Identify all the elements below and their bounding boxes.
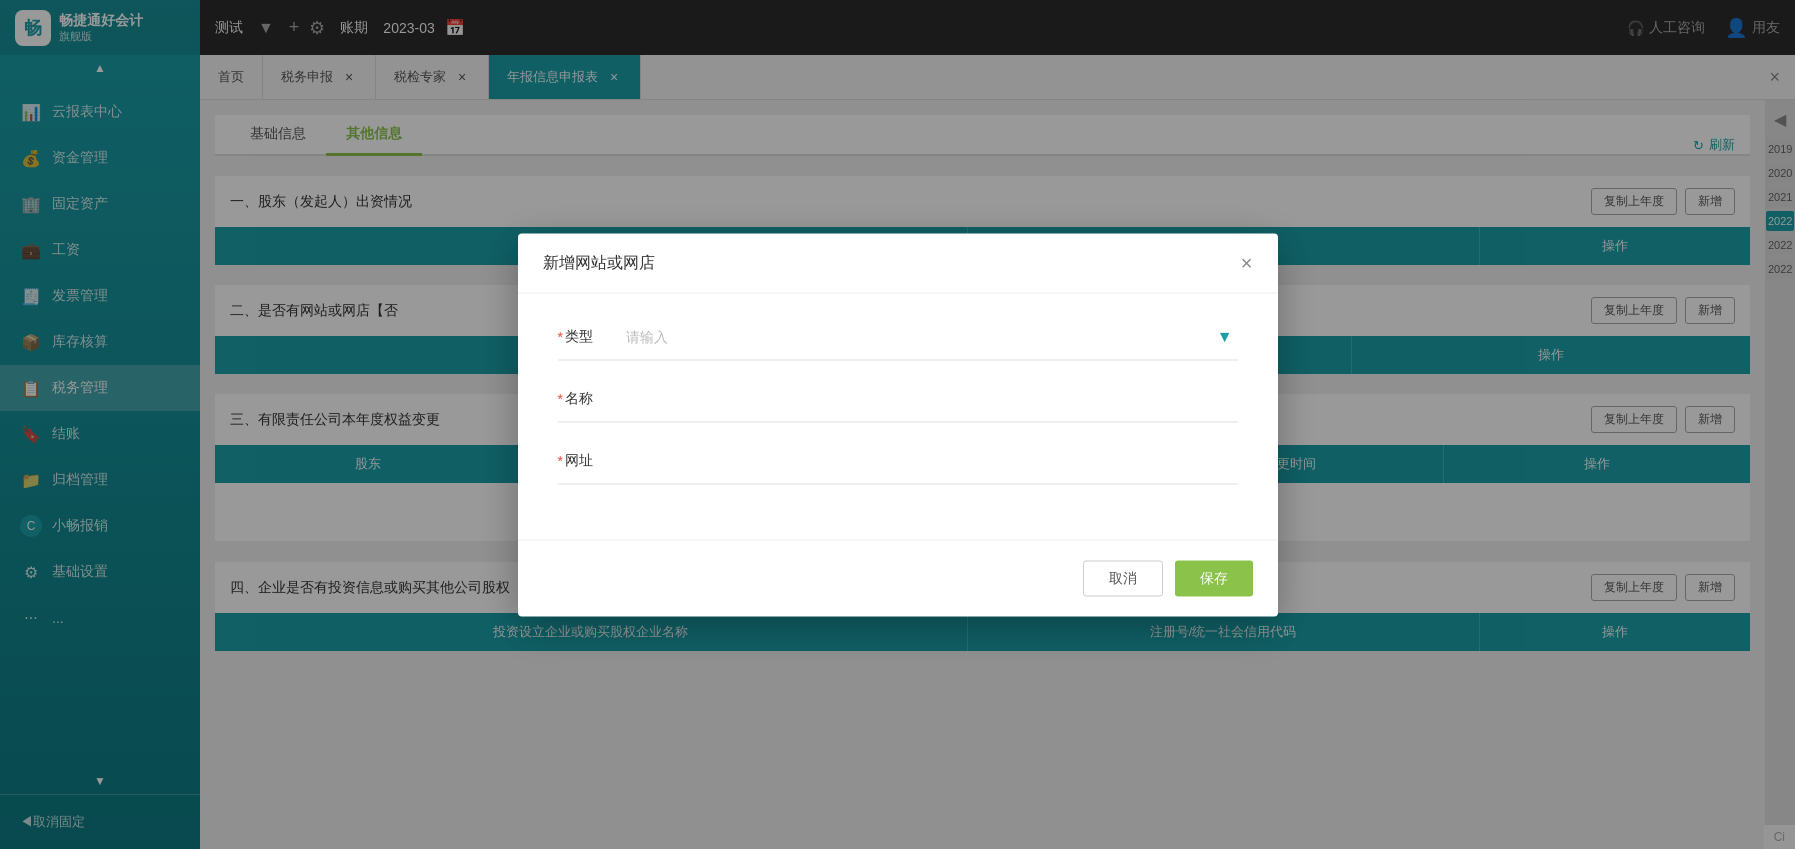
modal-footer: 取消 保存 [518,539,1278,616]
type-input[interactable] [618,323,1238,349]
form-field-name: *名称 [558,385,1238,422]
modal-body: *类型 ▼ *名称 *网址 [518,293,1278,539]
modal-cancel-button[interactable]: 取消 [1083,560,1163,596]
name-required-mark: * [558,390,563,406]
type-dropdown-icon[interactable]: ▼ [1217,327,1233,345]
url-input[interactable] [618,447,1238,473]
modal-add-website: 新增网站或网店 × *类型 ▼ *名称 *网址 [518,233,1278,616]
modal-close-button[interactable]: × [1241,251,1253,274]
form-field-type: *类型 ▼ [558,323,1238,360]
type-required-mark: * [558,328,563,344]
modal-header: 新增网站或网店 × [518,233,1278,293]
name-input-wrapper [618,385,1238,411]
name-label: *名称 [558,389,618,407]
url-input-wrapper [618,447,1238,473]
modal-title: 新增网站或网店 [543,252,655,273]
form-field-url: *网址 [558,447,1238,484]
url-required-mark: * [558,452,563,468]
modal-save-button[interactable]: 保存 [1175,560,1253,596]
url-label: *网址 [558,451,618,469]
type-input-wrapper: ▼ [618,323,1238,349]
name-input[interactable] [618,385,1238,411]
type-label: *类型 [558,327,618,345]
